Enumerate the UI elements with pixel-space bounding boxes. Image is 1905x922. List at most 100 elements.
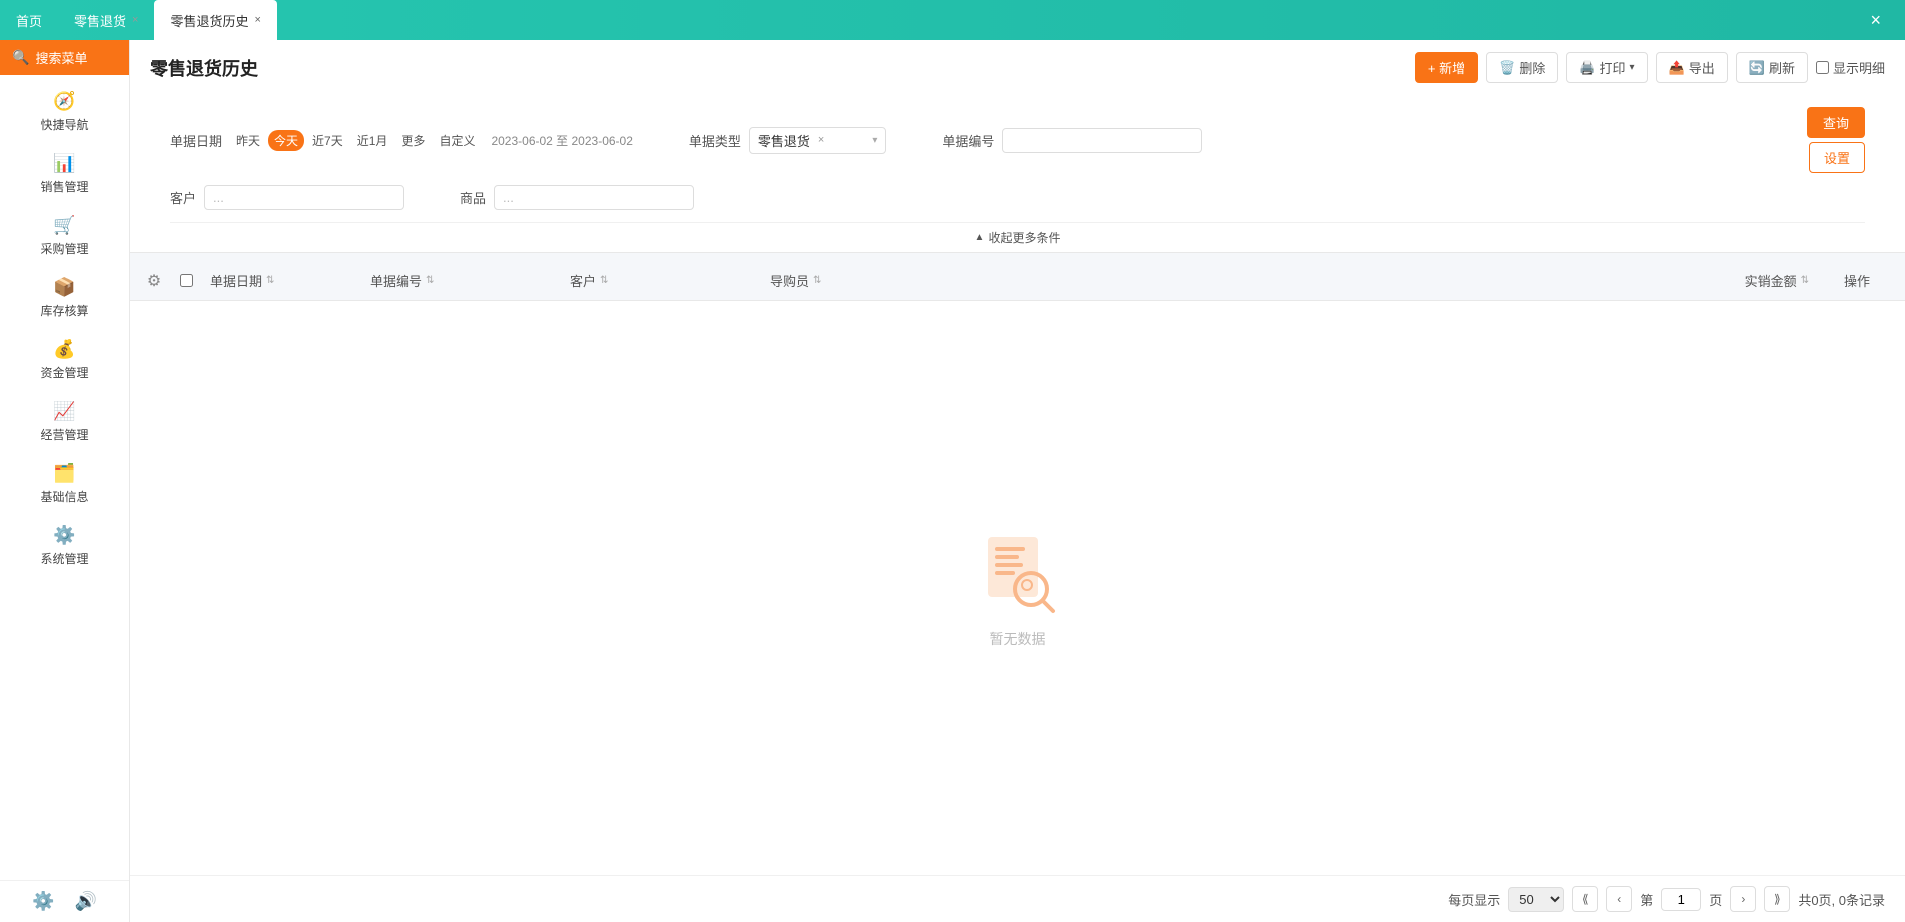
- audio-bottom-icon[interactable]: 🔊: [75, 891, 97, 912]
- sidebar-item-inventory[interactable]: 📦 库存核算: [0, 265, 129, 327]
- search-icon: 🔍: [12, 49, 29, 66]
- shortcut-1month[interactable]: 近1月: [351, 130, 394, 151]
- th-customer: 客户 ⇅: [562, 271, 762, 290]
- sidebar-item-basic-info[interactable]: 🗂️ 基础信息: [0, 451, 129, 513]
- sidebar-item-operations[interactable]: 📈 经营管理: [0, 389, 129, 451]
- sidebar-item-purchase-mgmt[interactable]: 🛒 采购管理: [0, 203, 129, 265]
- export-button[interactable]: 📤 导出: [1656, 52, 1728, 83]
- setting-button[interactable]: 设置: [1809, 142, 1865, 173]
- sidebar-item-finance[interactable]: 💰 资金管理: [0, 327, 129, 389]
- first-page-button[interactable]: ⟪: [1572, 886, 1598, 912]
- date-filter-group: 单据日期 昨天 今天 近7天 近1月 更多 自定义 2023-06-02 至 2…: [170, 130, 633, 151]
- sidebar-item-label: 销售管理: [40, 178, 88, 195]
- th-num-sort[interactable]: ⇅: [426, 275, 434, 286]
- system-icon: ⚙️: [53, 525, 75, 546]
- shortcut-today[interactable]: 今天: [268, 130, 304, 151]
- top-bar: 首页 零售退货 × 零售退货历史 × ×: [0, 0, 1905, 40]
- th-customer-sort[interactable]: ⇅: [600, 275, 608, 286]
- shortcut-7days[interactable]: 近7天: [306, 130, 349, 151]
- shortcut-yesterday[interactable]: 昨天: [230, 130, 266, 151]
- print-icon: 🖨️: [1579, 60, 1595, 76]
- doc-type-label: 单据类型: [689, 131, 741, 150]
- tab-home[interactable]: 首页: [0, 0, 58, 40]
- filter-area: 单据日期 昨天 今天 近7天 近1月 更多 自定义 2023-06-02 至 2…: [150, 95, 1885, 252]
- tab-list: 首页 零售退货 × 零售退货历史 ×: [0, 0, 1862, 40]
- sidebar: 🔍 搜索菜单 🧭 快捷导航 📊 销售管理 🛒 采购管理 📦 库存核算 💰: [0, 40, 130, 922]
- sidebar-search-bar[interactable]: 🔍 搜索菜单: [0, 40, 129, 75]
- page-title: 零售退货历史: [150, 55, 258, 81]
- tab-home-label: 首页: [16, 11, 42, 30]
- next-page-button[interactable]: ›: [1730, 886, 1756, 912]
- doc-num-input[interactable]: [1002, 128, 1202, 153]
- select-all-checkbox[interactable]: [180, 274, 193, 287]
- table-container: ⚙ 单据日期 ⇅ 单据编号 ⇅ 客户 ⇅ 导购员 ⇅: [130, 261, 1905, 922]
- customer-placeholder: ...: [213, 190, 224, 205]
- th-guide-sort[interactable]: ⇅: [813, 275, 821, 286]
- sidebar-item-label: 快捷导航: [40, 116, 88, 133]
- tab-retail-return[interactable]: 零售退货 ×: [58, 0, 154, 40]
- settings-bottom-icon[interactable]: ⚙️: [32, 891, 54, 912]
- sidebar-search-label: 搜索菜单: [35, 48, 87, 67]
- tab-retail-return-history-label: 零售退货历史: [170, 11, 248, 30]
- th-select-all[interactable]: [170, 274, 202, 287]
- sidebar-bottom-bar: ⚙️ 🔊: [0, 880, 129, 922]
- sidebar-item-quick-nav[interactable]: 🧭 快捷导航: [0, 79, 129, 141]
- th-guide: 导购员 ⇅: [762, 271, 962, 290]
- prev-page-button[interactable]: ‹: [1606, 886, 1632, 912]
- filter-row-2: 客户 ... 商品 ...: [170, 185, 1865, 210]
- doc-num-filter-group: 单据编号: [942, 128, 1202, 153]
- collapse-bar[interactable]: ▲ 收起更多条件: [170, 222, 1865, 252]
- sidebar-items-list: 🧭 快捷导航 📊 销售管理 🛒 采购管理 📦 库存核算 💰 资金管理 📈: [0, 75, 129, 880]
- print-button[interactable]: 🖨️ 打印 ▾: [1566, 52, 1647, 83]
- per-page-select[interactable]: 50 10 20 100: [1508, 887, 1564, 912]
- th-guide-label: 导购员: [770, 271, 809, 290]
- display-mingxi-checkbox[interactable]: [1816, 61, 1829, 74]
- inventory-icon: 📦: [53, 277, 75, 298]
- doc-type-dropdown-icon: ▾: [872, 135, 877, 146]
- tab-retail-return-history[interactable]: 零售退货历史 ×: [154, 0, 276, 40]
- empty-text: 暂无数据: [990, 629, 1046, 649]
- quick-nav-icon: 🧭: [53, 91, 75, 112]
- new-button[interactable]: + 新增: [1415, 52, 1478, 83]
- sidebar-item-sales-mgmt[interactable]: 📊 销售管理: [0, 141, 129, 203]
- customer-filter-label: 客户: [170, 188, 196, 207]
- display-mingxi-label: 显示明细: [1833, 58, 1885, 77]
- query-button[interactable]: 查询: [1807, 107, 1865, 138]
- column-settings-icon[interactable]: ⚙: [138, 271, 170, 291]
- tab-retail-return-close[interactable]: ×: [132, 14, 138, 26]
- th-date: 单据日期 ⇅: [202, 271, 362, 290]
- customer-input[interactable]: ...: [204, 185, 404, 210]
- last-page-button[interactable]: ⟫: [1764, 886, 1790, 912]
- print-dropdown-icon: ▾: [1630, 62, 1635, 73]
- page-label: 第: [1640, 890, 1653, 909]
- th-date-sort[interactable]: ⇅: [266, 275, 274, 286]
- purchase-mgmt-icon: 🛒: [53, 215, 75, 236]
- tab-retail-return-history-close[interactable]: ×: [254, 14, 260, 26]
- goods-filter-group: 商品 ...: [460, 185, 694, 210]
- window-close-button[interactable]: ×: [1862, 10, 1889, 31]
- page-number-input[interactable]: [1661, 888, 1701, 911]
- th-customer-label: 客户: [570, 271, 596, 290]
- delete-button[interactable]: 🗑️ 删除: [1486, 52, 1558, 83]
- doc-num-label: 单据编号: [942, 131, 994, 150]
- date-range-value: 2023-06-02 至 2023-06-02: [491, 132, 632, 149]
- shortcut-more[interactable]: 更多: [395, 130, 431, 151]
- shortcut-custom[interactable]: 自定义: [433, 130, 481, 151]
- sidebar-item-label: 基础信息: [40, 488, 88, 505]
- refresh-button[interactable]: 🔄 刷新: [1736, 52, 1808, 83]
- sidebar-item-system[interactable]: ⚙️ 系统管理: [0, 513, 129, 575]
- goods-input[interactable]: ...: [494, 185, 694, 210]
- th-num: 单据编号 ⇅: [362, 271, 562, 290]
- th-action-label: 操作: [1844, 271, 1870, 290]
- empty-illustration: [973, 527, 1063, 617]
- doc-type-tag-close[interactable]: ×: [818, 134, 824, 146]
- doc-type-tag: 零售退货: [758, 131, 810, 150]
- customer-filter-group: 客户 ...: [170, 185, 404, 210]
- sidebar-item-label: 库存核算: [40, 302, 88, 319]
- th-amount-label: 实销金额: [1745, 271, 1797, 290]
- th-amount-sort[interactable]: ⇅: [1801, 275, 1809, 286]
- doc-type-select[interactable]: 零售退货 × ▾: [749, 127, 886, 154]
- table-header: ⚙ 单据日期 ⇅ 单据编号 ⇅ 客户 ⇅ 导购员 ⇅: [130, 261, 1905, 301]
- filter-row-1: 单据日期 昨天 今天 近7天 近1月 更多 自定义 2023-06-02 至 2…: [170, 107, 1865, 173]
- sidebar-item-label: 经营管理: [40, 426, 88, 443]
